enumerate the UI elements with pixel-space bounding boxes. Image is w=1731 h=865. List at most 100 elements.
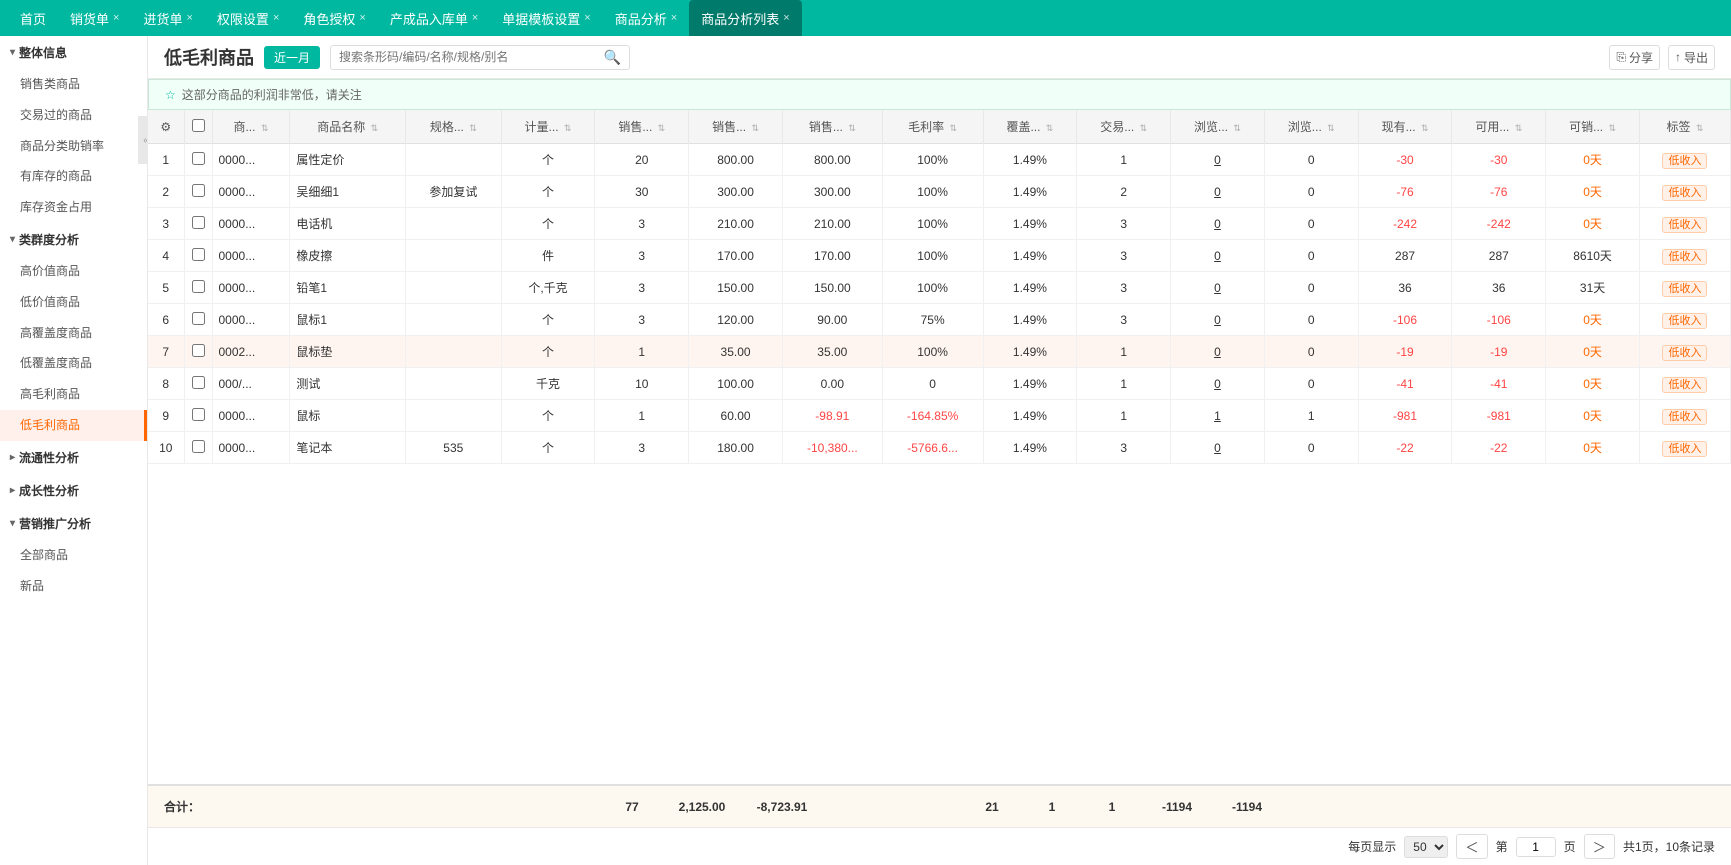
col-checkbox[interactable]: [184, 110, 212, 144]
sidebar-group-header-marketing[interactable]: ▾ 营销推广分析: [0, 507, 147, 540]
nav-permissions[interactable]: 权限设置 ×: [205, 0, 291, 36]
sidebar-group-header-growth[interactable]: ▸ 成长性分析: [0, 474, 147, 507]
row-checkbox[interactable]: [192, 440, 205, 453]
cell-view1[interactable]: 0: [1171, 304, 1265, 336]
sidebar-item-low-margin[interactable]: 低毛利商品: [0, 410, 147, 441]
close-icon[interactable]: ×: [584, 12, 590, 24]
sidebar-collapse-btn[interactable]: «: [138, 116, 148, 164]
col-tag[interactable]: 标签 ⇅: [1639, 110, 1730, 144]
search-input[interactable]: [339, 50, 604, 64]
col-saleable[interactable]: 可销... ⇅: [1546, 110, 1640, 144]
row-checkbox[interactable]: [192, 152, 205, 165]
cell-view1[interactable]: 0: [1171, 272, 1265, 304]
sidebar-item-high-margin[interactable]: 高毛利商品: [0, 379, 147, 410]
nav-product-entry[interactable]: 产成品入库单 ×: [378, 0, 490, 36]
row-checkbox[interactable]: [192, 344, 205, 357]
close-icon[interactable]: ×: [671, 12, 677, 24]
sidebar-item-high-coverage[interactable]: 高覆盖度商品: [0, 318, 147, 349]
content-area: 低毛利商品 近一月 🔍 ⎘ 分享 ↑ 导出 ☆ 这部分商品的利润非常低，请关注: [148, 36, 1731, 865]
cell-checkbox[interactable]: [184, 336, 212, 368]
cell-name: 吴细细1: [290, 176, 406, 208]
next-page-button[interactable]: ＞: [1584, 834, 1615, 859]
col-trade[interactable]: 交易... ⇅: [1077, 110, 1171, 144]
sidebar-group-header-cluster[interactable]: ▾ 类群度分析: [0, 223, 147, 256]
nav-sales-order[interactable]: 销货单 ×: [58, 0, 131, 36]
prev-page-button[interactable]: ＜: [1456, 834, 1487, 859]
col-sales-amount[interactable]: 销售... ⇅: [782, 110, 882, 144]
nav-role-auth[interactable]: 角色授权 ×: [291, 0, 377, 36]
sidebar-item-new-products[interactable]: 新品: [0, 571, 147, 602]
sidebar-item-stock-capital[interactable]: 库存资金占用: [0, 192, 147, 223]
nav-product-analysis[interactable]: 商品分析 ×: [603, 0, 689, 36]
sidebar-item-high-value[interactable]: 高价值商品: [0, 256, 147, 287]
col-available[interactable]: 可用... ⇅: [1452, 110, 1546, 144]
col-sales-qty[interactable]: 销售... ⇅: [595, 110, 689, 144]
row-checkbox[interactable]: [192, 312, 205, 325]
cell-checkbox[interactable]: [184, 176, 212, 208]
nav-template-settings[interactable]: 单据模板设置 ×: [490, 0, 602, 36]
cell-checkbox[interactable]: [184, 304, 212, 336]
col-coverage[interactable]: 覆盖... ⇅: [983, 110, 1077, 144]
close-icon[interactable]: ×: [273, 12, 279, 24]
col-settings[interactable]: ⚙: [148, 110, 184, 144]
export-button[interactable]: ↑ 导出: [1668, 45, 1715, 70]
search-icon[interactable]: 🔍: [604, 49, 621, 66]
sidebar-item-low-value[interactable]: 低价值商品: [0, 287, 147, 318]
time-filter-button[interactable]: 近一月: [264, 46, 320, 69]
col-view1[interactable]: 浏览... ⇅: [1171, 110, 1265, 144]
col-code[interactable]: 商... ⇅: [212, 110, 290, 144]
cell-checkbox[interactable]: [184, 240, 212, 272]
row-checkbox[interactable]: [192, 280, 205, 293]
nav-product-analysis-list[interactable]: 商品分析列表 ×: [689, 0, 801, 36]
nav-purchase-order[interactable]: 进货单 ×: [131, 0, 204, 36]
sidebar-item-category-sales-rate[interactable]: 商品分类助销率: [0, 131, 147, 162]
cell-checkbox[interactable]: [184, 400, 212, 432]
cell-view1[interactable]: 0: [1171, 368, 1265, 400]
col-unit[interactable]: 计量... ⇅: [501, 110, 595, 144]
cell-checkbox[interactable]: [184, 144, 212, 176]
cell-view1[interactable]: 1: [1171, 400, 1265, 432]
close-icon[interactable]: ×: [359, 12, 365, 24]
col-view2[interactable]: 浏览... ⇅: [1264, 110, 1358, 144]
col-gross-margin[interactable]: 毛利率 ⇅: [882, 110, 983, 144]
row-checkbox[interactable]: [192, 216, 205, 229]
cell-sales-qty: 3: [595, 304, 689, 336]
close-icon[interactable]: ×: [186, 12, 192, 24]
col-spec[interactable]: 规格... ⇅: [406, 110, 502, 144]
page-number-input[interactable]: [1516, 837, 1556, 857]
close-icon[interactable]: ×: [783, 12, 789, 24]
footer-empty2: [264, 794, 292, 820]
close-icon[interactable]: ×: [113, 12, 119, 24]
cell-checkbox[interactable]: [184, 208, 212, 240]
per-page-select[interactable]: 50: [1404, 836, 1448, 858]
cell-view1[interactable]: 0: [1171, 176, 1265, 208]
cell-view1[interactable]: 0: [1171, 336, 1265, 368]
nav-home[interactable]: 首页: [8, 0, 58, 36]
share-button[interactable]: ⎘ 分享: [1609, 45, 1660, 70]
sidebar-item-all-products[interactable]: 全部商品: [0, 540, 147, 571]
col-name[interactable]: 商品名称 ⇅: [290, 110, 406, 144]
footer-empty1: [228, 794, 264, 820]
cell-view1[interactable]: 0: [1171, 208, 1265, 240]
row-checkbox[interactable]: [192, 376, 205, 389]
row-checkbox[interactable]: [192, 184, 205, 197]
row-checkbox[interactable]: [192, 248, 205, 261]
sidebar-group-header-general[interactable]: ▾ 整体信息: [0, 36, 147, 69]
cell-checkbox[interactable]: [184, 432, 212, 464]
select-all-checkbox[interactable]: [192, 119, 205, 132]
close-icon[interactable]: ×: [472, 12, 478, 24]
sidebar-item-traded[interactable]: 交易过的商品: [0, 100, 147, 131]
cell-checkbox[interactable]: [184, 368, 212, 400]
table-row: 6 0000... 鼠标1 个 3 120.00 90.00 75% 1.49%…: [148, 304, 1731, 336]
row-checkbox[interactable]: [192, 408, 205, 421]
cell-view1[interactable]: 0: [1171, 144, 1265, 176]
col-sales-price[interactable]: 销售... ⇅: [689, 110, 783, 144]
cell-view1[interactable]: 0: [1171, 432, 1265, 464]
sidebar-item-in-stock[interactable]: 有库存的商品: [0, 161, 147, 192]
sidebar-item-sales-category[interactable]: 销售类商品: [0, 69, 147, 100]
cell-view1[interactable]: 0: [1171, 240, 1265, 272]
sidebar-item-low-coverage[interactable]: 低覆盖度商品: [0, 348, 147, 379]
sidebar-group-header-flow[interactable]: ▸ 流通性分析: [0, 441, 147, 474]
col-current[interactable]: 现有... ⇅: [1358, 110, 1452, 144]
cell-checkbox[interactable]: [184, 272, 212, 304]
